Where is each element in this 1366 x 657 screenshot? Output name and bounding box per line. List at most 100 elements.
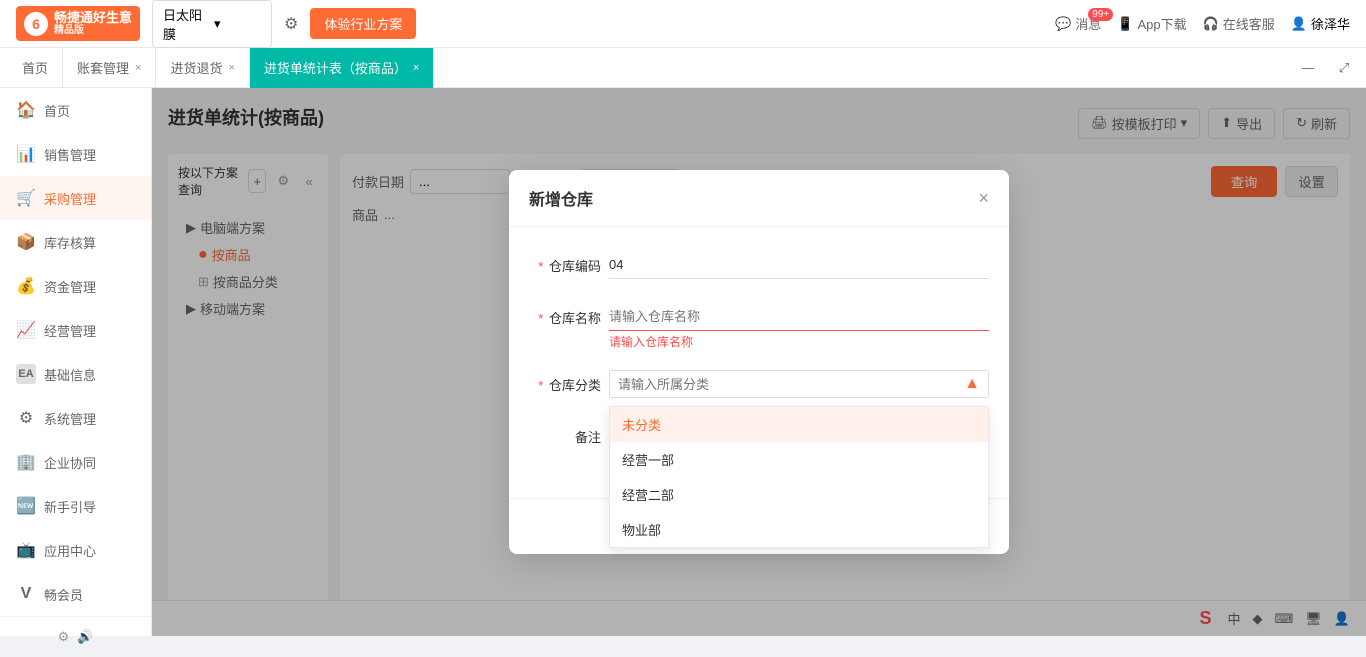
sidebar-purchase-label: 采购管理 bbox=[44, 189, 96, 208]
sidebar-finance-label: 资金管理 bbox=[44, 277, 96, 296]
sidebar-bottom: ⚙ 🔊 bbox=[0, 616, 151, 657]
form-row-category: 仓库分类 ▲ 未分类 bbox=[529, 370, 989, 402]
tab-purchase-return-label: 进货退货 bbox=[170, 58, 222, 77]
top-header: 6 畅捷通好生意 精品版 日太阳膜 ▾ ⚙ 体验行业方案 💬 消息 99+ 📱 … bbox=[0, 0, 1366, 48]
system-icon: ⚙ bbox=[16, 408, 36, 428]
logo-sub-text: 精品版 bbox=[54, 25, 132, 37]
tab-expand-icon[interactable]: ⤢ bbox=[1330, 54, 1358, 82]
tab-purchase-stats[interactable]: 进货单统计表（按商品） × bbox=[250, 48, 434, 88]
sidebar-item-sales[interactable]: 📊 销售管理 bbox=[0, 132, 151, 176]
name-input[interactable] bbox=[609, 303, 989, 331]
user-info[interactable]: 👤 徐泽华 bbox=[1291, 14, 1350, 33]
sidebar-item-purchase[interactable]: 🛒 采购管理 bbox=[0, 176, 151, 220]
notification-badge: 99+ bbox=[1088, 8, 1113, 21]
store-name: 日太阳膜 bbox=[163, 5, 210, 43]
operation-icon: 📈 bbox=[16, 320, 36, 340]
name-control: 请输入仓库名称 bbox=[609, 303, 989, 350]
tab-account-close[interactable]: × bbox=[135, 62, 141, 74]
name-label: 仓库名称 bbox=[529, 303, 609, 335]
customer-service-label: 在线客服 bbox=[1223, 14, 1275, 33]
sidebar-operation-label: 经营管理 bbox=[44, 321, 96, 340]
home-icon: 🏠 bbox=[16, 100, 36, 120]
dropdown-item-0[interactable]: 未分类 bbox=[610, 407, 988, 442]
form-row-code: 仓库编码 bbox=[529, 251, 989, 283]
sidebar-basic-label: 基础信息 bbox=[44, 365, 96, 384]
category-input-field[interactable] bbox=[618, 377, 964, 392]
modal-close-button[interactable]: × bbox=[978, 188, 989, 209]
dropdown-item-3[interactable]: 物业部 bbox=[610, 512, 988, 547]
sidebar-enterprise-label: 企业协同 bbox=[44, 453, 96, 472]
app-download-label: App下载 bbox=[1137, 14, 1186, 33]
header-icons: 💬 消息 99+ 📱 App下载 🎧 在线客服 👤 徐泽华 bbox=[1055, 14, 1350, 33]
modal-title: 新增仓库 bbox=[529, 186, 593, 210]
sidebar-sales-label: 销售管理 bbox=[44, 145, 96, 164]
logo-main-text: 畅捷通好生意 bbox=[54, 10, 132, 26]
category-label: 仓库分类 bbox=[529, 370, 609, 402]
user-icon: 👤 bbox=[1291, 16, 1307, 32]
category-control: ▲ 未分类 经营一部 经营二部 bbox=[609, 370, 989, 398]
sales-icon: 📊 bbox=[16, 144, 36, 164]
main-layout: 🏠 首页 📊 销售管理 🛒 采购管理 📦 库存核算 💰 资金管理 📈 经营管理 … bbox=[0, 88, 1366, 636]
tab-home[interactable]: 首页 bbox=[8, 48, 63, 88]
code-input[interactable] bbox=[609, 251, 989, 279]
sidebar-item-finance[interactable]: 💰 资金管理 bbox=[0, 264, 151, 308]
category-input-row: ▲ bbox=[609, 370, 989, 398]
tab-right-controls: — ⤢ bbox=[1294, 54, 1358, 82]
sidebar-volume-icon[interactable]: 🔊 bbox=[77, 629, 93, 645]
sidebar-home-label: 首页 bbox=[44, 101, 70, 120]
enterprise-icon: 🏢 bbox=[16, 452, 36, 472]
headphone-icon: 🎧 bbox=[1203, 16, 1219, 32]
dropdown-item-2[interactable]: 经营二部 bbox=[610, 477, 988, 512]
try-industry-button[interactable]: 体验行业方案 bbox=[310, 8, 416, 39]
sidebar-settings-icon[interactable]: ⚙ bbox=[58, 629, 70, 645]
chevron-down-icon: ▾ bbox=[214, 16, 261, 32]
content-area: 进货单统计(按商品) 🖨 按模板打印 ▾ ⬆ 导出 ↻ 刷新 bbox=[152, 88, 1366, 636]
sidebar-system-label: 系统管理 bbox=[44, 409, 96, 428]
sidebar-item-home[interactable]: 🏠 首页 bbox=[0, 88, 151, 132]
app-center-icon: 📺 bbox=[16, 540, 36, 560]
sidebar-item-enterprise[interactable]: 🏢 企业协同 bbox=[0, 440, 151, 484]
username-label: 徐泽华 bbox=[1311, 14, 1350, 33]
sidebar: 🏠 首页 📊 销售管理 🛒 采购管理 📦 库存核算 💰 资金管理 📈 经营管理 … bbox=[0, 88, 152, 636]
tab-account-label: 账套管理 bbox=[77, 58, 129, 77]
sidebar-item-vip[interactable]: V 畅会员 bbox=[0, 572, 151, 616]
sidebar-inventory-label: 库存核算 bbox=[44, 233, 96, 252]
app-download-item[interactable]: 📱 App下载 bbox=[1117, 14, 1186, 33]
sidebar-guide-label: 新手引导 bbox=[44, 497, 96, 516]
form-row-name: 仓库名称 请输入仓库名称 bbox=[529, 303, 989, 350]
sidebar-app-center-label: 应用中心 bbox=[44, 541, 96, 560]
tab-minimize-icon[interactable]: — bbox=[1294, 54, 1322, 82]
modal-header: 新增仓库 × bbox=[509, 170, 1009, 227]
tab-purchase-stats-close[interactable]: × bbox=[413, 62, 419, 74]
logo-icon: 6 bbox=[24, 12, 48, 36]
finance-icon: 💰 bbox=[16, 276, 36, 296]
message-icon: 💬 bbox=[1055, 16, 1071, 32]
sidebar-item-operation[interactable]: 📈 经营管理 bbox=[0, 308, 151, 352]
modal-overlay: 新增仓库 × 仓库编码 bbox=[152, 88, 1366, 636]
new-warehouse-modal: 新增仓库 × 仓库编码 bbox=[509, 170, 1009, 554]
sidebar-item-app-center[interactable]: 📺 应用中心 bbox=[0, 528, 151, 572]
vip-icon: V bbox=[16, 584, 36, 604]
customer-service-item[interactable]: 🎧 在线客服 bbox=[1203, 14, 1275, 33]
store-selector[interactable]: 日太阳膜 ▾ bbox=[152, 0, 272, 48]
inventory-icon: 📦 bbox=[16, 232, 36, 252]
sidebar-item-guide[interactable]: 🆕 新手引导 bbox=[0, 484, 151, 528]
name-error-msg: 请输入仓库名称 bbox=[609, 333, 989, 350]
tab-purchase-return-close[interactable]: × bbox=[228, 62, 234, 74]
notification-item[interactable]: 💬 消息 99+ bbox=[1055, 14, 1101, 33]
sidebar-vip-label: 畅会员 bbox=[44, 585, 83, 604]
tab-account[interactable]: 账套管理 × bbox=[63, 48, 156, 88]
logo: 6 畅捷通好生意 精品版 bbox=[16, 6, 140, 42]
code-control bbox=[609, 251, 989, 279]
sidebar-item-basic[interactable]: EA 基础信息 bbox=[0, 352, 151, 396]
sidebar-item-system[interactable]: ⚙ 系统管理 bbox=[0, 396, 151, 440]
tab-purchase-return[interactable]: 进货退货 × bbox=[156, 48, 249, 88]
dropdown-item-1[interactable]: 经营一部 bbox=[610, 442, 988, 477]
category-dropdown: 未分类 经营一部 经营二部 物业部 bbox=[609, 406, 989, 548]
tab-home-label: 首页 bbox=[22, 58, 48, 77]
sidebar-item-inventory[interactable]: 📦 库存核算 bbox=[0, 220, 151, 264]
up-arrow-icon[interactable]: ▲ bbox=[964, 375, 980, 393]
basic-info-icon: EA bbox=[16, 364, 36, 384]
notes-label: 备注 bbox=[529, 422, 609, 454]
header-settings-icon[interactable]: ⚙ bbox=[284, 14, 298, 34]
